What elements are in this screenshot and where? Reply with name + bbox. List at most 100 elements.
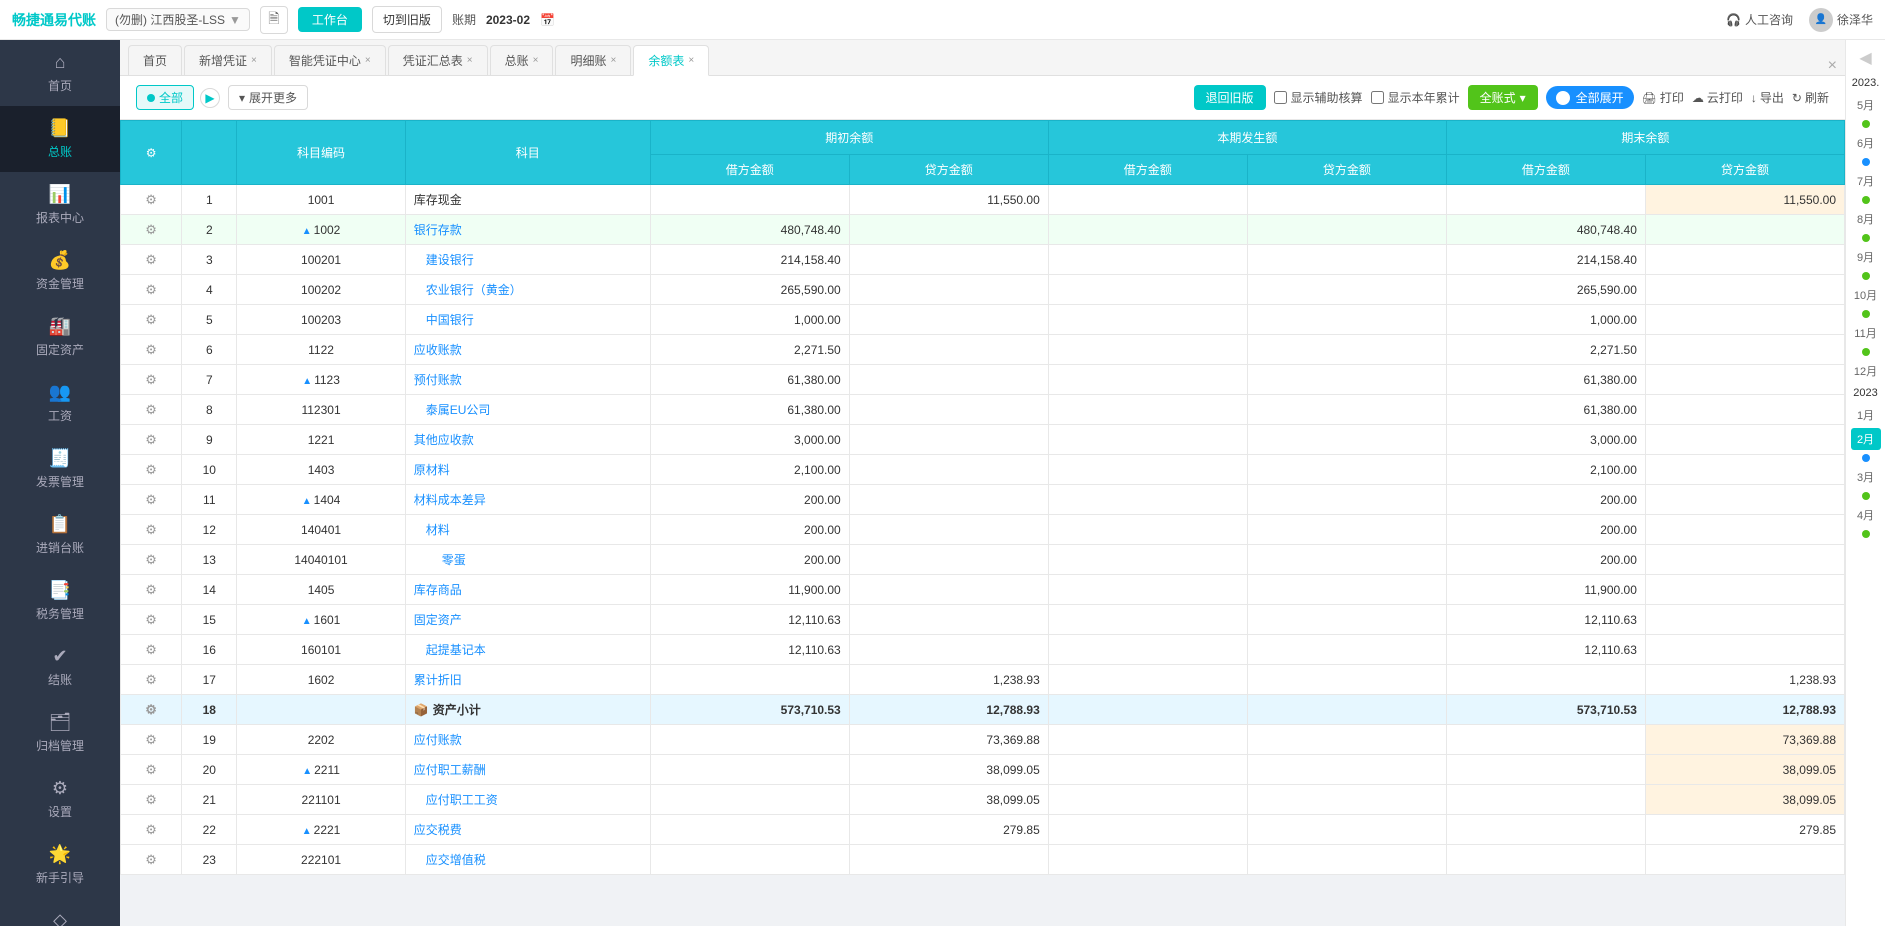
row-settings[interactable]: ⚙ <box>121 395 182 425</box>
subject-link[interactable]: 预付账款 <box>414 373 462 387</box>
month-1[interactable]: 1月 <box>1855 404 1876 426</box>
sidebar-item-guide[interactable]: 🌟 新手引导 <box>0 832 120 898</box>
tab-ledger[interactable]: 总账 × <box>490 45 554 75</box>
row-subject[interactable]: 库存商品 <box>405 575 650 605</box>
filter-nav-button[interactable]: ▶ <box>200 88 220 108</box>
tab-balance[interactable]: 余额表 × <box>633 45 709 76</box>
row-settings[interactable]: ⚙ <box>121 365 182 395</box>
tab-close-new-voucher[interactable]: × <box>251 55 257 66</box>
month-9[interactable]: 9月 <box>1855 246 1876 268</box>
row-subject[interactable]: 其他应收款 <box>405 425 650 455</box>
subject-link[interactable]: 应交税费 <box>414 823 462 837</box>
sidebar-item-settings[interactable]: ⚙ 设置 <box>0 766 120 832</box>
month-7[interactable]: 7月 <box>1855 170 1876 192</box>
filter-all-button[interactable]: 全部 <box>136 85 194 110</box>
row-subject[interactable]: 原材料 <box>405 455 650 485</box>
subject-link[interactable]: 原材料 <box>414 463 450 477</box>
subject-link[interactable]: 应收账款 <box>414 343 462 357</box>
row-subject[interactable]: 农业银行（黄金） <box>405 275 650 305</box>
subject-link[interactable]: 材料 <box>426 523 450 537</box>
row-settings[interactable]: ⚙ <box>121 215 182 245</box>
export-button[interactable]: ↓ 导出 <box>1751 89 1784 106</box>
row-settings[interactable]: ⚙ <box>121 575 182 605</box>
row-settings[interactable]: ⚙ <box>121 845 182 875</box>
row-settings[interactable]: ⚙ <box>121 485 182 515</box>
row-subject[interactable]: 累计折旧 <box>405 665 650 695</box>
subject-link[interactable]: 银行存款 <box>414 223 462 237</box>
tab-close-voucher-summary[interactable]: × <box>467 55 473 66</box>
print-button[interactable]: 🖨 打印 <box>1642 89 1684 106</box>
subject-link[interactable]: 库存商品 <box>414 583 462 597</box>
company-selector[interactable]: (勿删) 江西股圣-LSS ▼ <box>106 8 250 31</box>
row-subject[interactable]: 应付职工薪酬 <box>405 755 650 785</box>
tab-close-detail[interactable]: × <box>610 55 616 66</box>
tab-close-smart-voucher[interactable]: × <box>365 55 371 66</box>
month-8[interactable]: 8月 <box>1855 208 1876 230</box>
month-12[interactable]: 12月 <box>1852 360 1879 382</box>
close-all-tabs[interactable]: × <box>1828 57 1837 75</box>
subject-link[interactable]: 应付职工工资 <box>426 793 498 807</box>
return-old-button[interactable]: 退回旧版 <box>1194 85 1266 110</box>
row-subject[interactable]: 中国银行 <box>405 305 650 335</box>
row-settings[interactable]: ⚙ <box>121 515 182 545</box>
subject-link[interactable]: 应交增值税 <box>426 853 486 867</box>
subject-link[interactable]: 泰属EU公司 <box>426 403 491 417</box>
tab-smart-voucher[interactable]: 智能凭证中心 × <box>274 45 386 75</box>
row-settings[interactable]: ⚙ <box>121 245 182 275</box>
expand-all-toggle[interactable]: 全部展开 <box>1546 86 1634 109</box>
show-auxiliary-checkbox[interactable]: 显示辅助核算 <box>1274 89 1363 106</box>
row-subject[interactable]: 材料 <box>405 515 650 545</box>
panel-collapse-icon[interactable]: ◀ <box>1859 48 1871 68</box>
sidebar-item-archive[interactable]: 🗂 归档管理 <box>0 700 120 766</box>
sidebar-item-fixed[interactable]: 🏭 固定资产 <box>0 304 120 370</box>
subject-link[interactable]: 起提基记本 <box>426 643 486 657</box>
subject-link[interactable]: 材料成本差异 <box>414 493 486 507</box>
row-settings[interactable]: ⚙ <box>121 695 182 725</box>
row-subject[interactable]: 零蛋 <box>405 545 650 575</box>
subject-link[interactable]: 农业银行（黄金） <box>426 283 522 297</box>
service-button[interactable]: 🎧 人工咨询 <box>1726 11 1793 28</box>
row-settings[interactable]: ⚙ <box>121 185 182 215</box>
tab-home[interactable]: 首页 <box>128 45 182 75</box>
month-3[interactable]: 3月 <box>1855 466 1876 488</box>
sidebar-item-settle[interactable]: ✔ 结账 <box>0 634 120 700</box>
copy-icon[interactable]: 🗎 <box>260 6 288 34</box>
sidebar-item-capital[interactable]: 💰 资金管理 <box>0 238 120 304</box>
row-settings[interactable]: ⚙ <box>121 785 182 815</box>
tab-detail[interactable]: 明细账 × <box>555 45 631 75</box>
subject-link[interactable]: 其他应收款 <box>414 433 474 447</box>
tab-voucher-summary[interactable]: 凭证汇总表 × <box>388 45 488 75</box>
subject-link[interactable]: 中国银行 <box>426 313 474 327</box>
subject-link[interactable]: 建设银行 <box>426 253 474 267</box>
subject-link[interactable]: 零蛋 <box>442 553 466 567</box>
expand-button[interactable]: ▾ 展开更多 <box>228 85 308 110</box>
month-10[interactable]: 10月 <box>1852 284 1879 306</box>
tab-new-voucher[interactable]: 新增凭证 × <box>184 45 272 75</box>
row-subject[interactable]: 应付职工工资 <box>405 785 650 815</box>
month-11[interactable]: 11月 <box>1852 322 1878 344</box>
row-subject[interactable]: 起提基记本 <box>405 635 650 665</box>
subject-link[interactable]: 应付职工薪酬 <box>414 763 486 777</box>
row-subject[interactable]: 固定资产 <box>405 605 650 635</box>
sidebar-item-payroll[interactable]: 👥 工资 <box>0 370 120 436</box>
row-settings[interactable]: ⚙ <box>121 605 182 635</box>
format-button[interactable]: 全账式 ▾ <box>1468 85 1538 110</box>
workbench-button[interactable]: 工作台 <box>298 7 362 32</box>
row-settings[interactable]: ⚙ <box>121 665 182 695</box>
row-settings[interactable]: ⚙ <box>121 335 182 365</box>
user-menu[interactable]: 👤 徐泽华 <box>1809 8 1873 32</box>
row-subject[interactable]: 建设银行 <box>405 245 650 275</box>
row-subject[interactable]: 应付账款 <box>405 725 650 755</box>
switch-version-button[interactable]: 切到旧版 <box>372 6 442 33</box>
row-settings[interactable]: ⚙ <box>121 275 182 305</box>
row-subject[interactable]: 预付账款 <box>405 365 650 395</box>
sidebar-item-tax[interactable]: 📑 税务管理 <box>0 568 120 634</box>
row-subject[interactable]: 泰属EU公司 <box>405 395 650 425</box>
month-4[interactable]: 4月 <box>1855 504 1876 526</box>
row-subject[interactable]: 材料成本差异 <box>405 485 650 515</box>
row-settings[interactable]: ⚙ <box>121 635 182 665</box>
sidebar-item-purchase[interactable]: 📋 进销台账 <box>0 502 120 568</box>
sidebar-item-home[interactable]: ⌂ 首页 <box>0 40 120 106</box>
row-settings[interactable]: ⚙ <box>121 305 182 335</box>
row-subject[interactable]: 应交增值税 <box>405 845 650 875</box>
